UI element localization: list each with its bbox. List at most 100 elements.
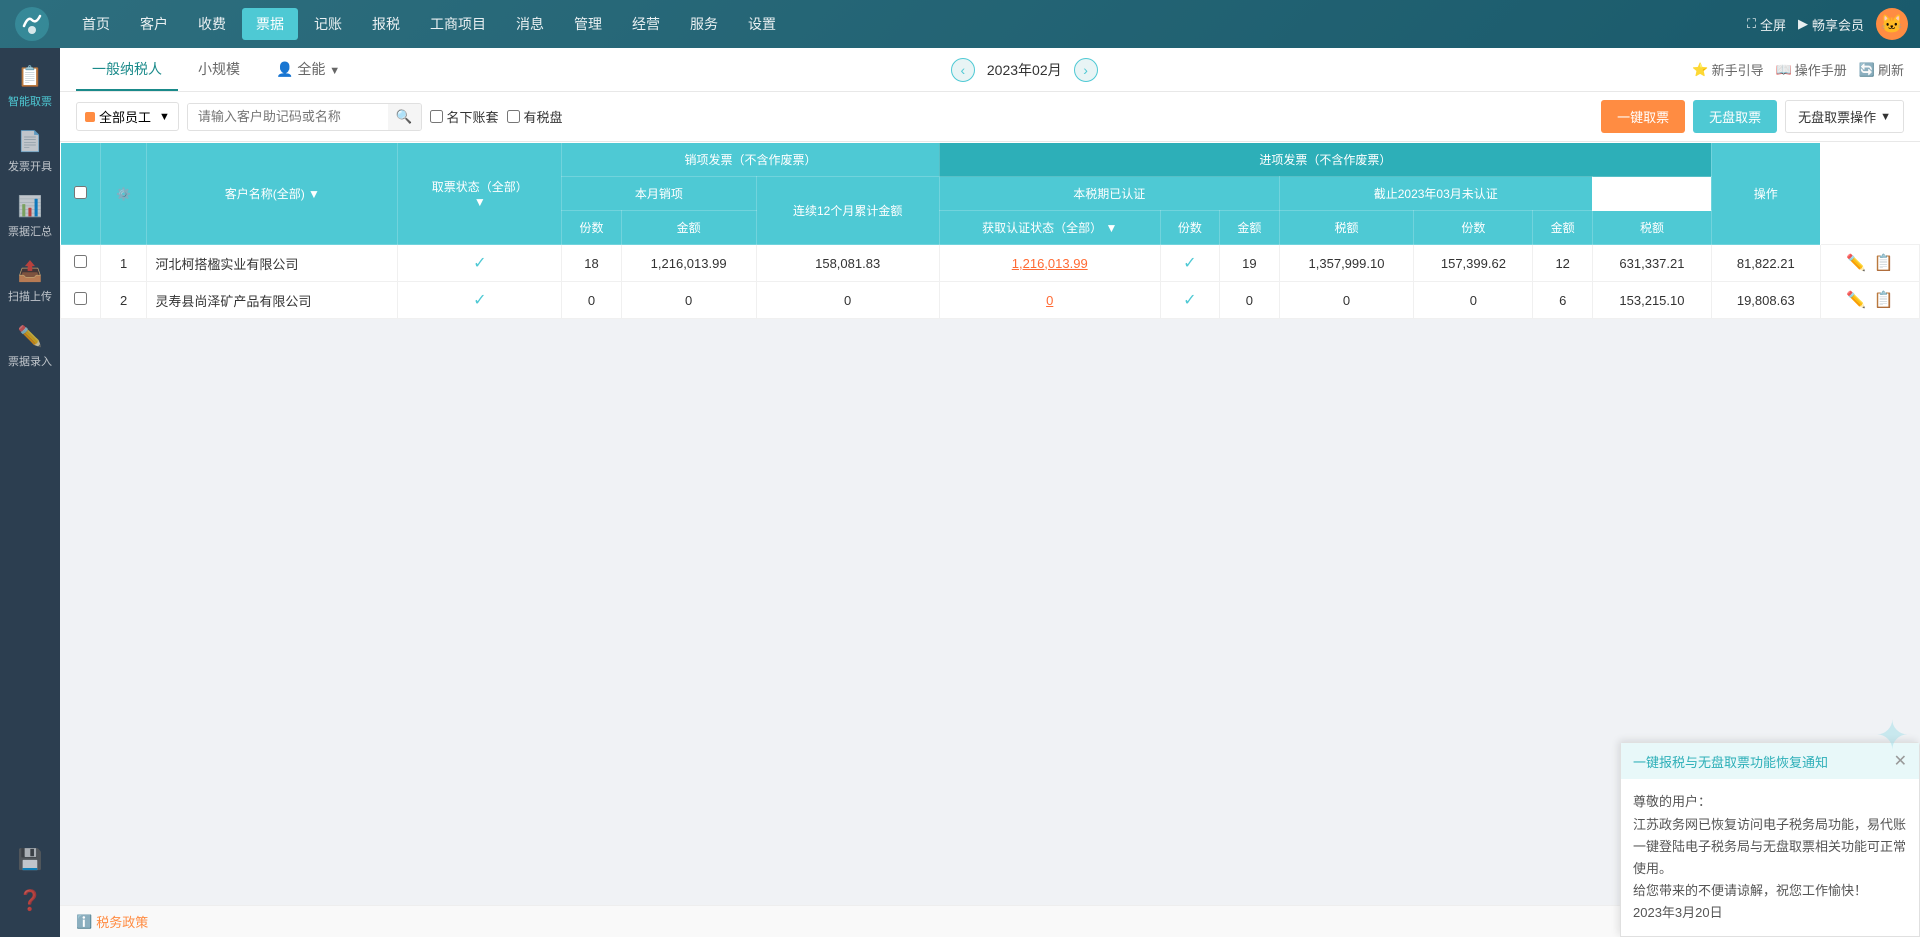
nav-business[interactable]: 工商项目	[416, 8, 500, 40]
notification-header: 一键报税与无盘取票功能恢复通知 ✕	[1621, 743, 1919, 779]
nav-settings[interactable]: 设置	[734, 8, 790, 40]
pickup-filter-icon[interactable]: ▼	[474, 195, 486, 209]
notification-body: 尊敬的用户： 江苏政务网已恢复访问电子税务局功能，易代账一键登陆电子税务局与无盘…	[1621, 779, 1919, 936]
nav-management[interactable]: 管理	[560, 8, 616, 40]
sidebar-bottom: 💾 ❓	[14, 839, 47, 921]
row1-monthly-amount: 1,216,013.99	[621, 245, 756, 282]
smart-pickup-icon: 📋	[18, 64, 43, 89]
row2-purchase-amount: 0	[1279, 282, 1414, 319]
sidebar-item-smart-pickup[interactable]: 📋 智能取票	[0, 56, 60, 117]
tab-small-scale[interactable]: 小规模	[182, 49, 256, 91]
next-month-btn[interactable]: ›	[1074, 58, 1098, 82]
person-icon: 👤	[276, 61, 293, 77]
row1-copy-btn[interactable]: 📋	[1874, 255, 1894, 272]
toolbar-right: 一键取票 无盘取票 无盘取票操作 ▼	[1601, 100, 1904, 133]
nav-message[interactable]: 消息	[502, 8, 558, 40]
manual-icon: 📖	[1776, 62, 1792, 78]
chevron-down-icon: ▼	[329, 65, 340, 77]
cert-filter-icon[interactable]: ▼	[1105, 221, 1117, 235]
row2-pickup-status: ✓	[398, 282, 562, 319]
tab-all[interactable]: 👤 全能 ▼	[260, 49, 356, 91]
nav-right-section: ⛶ 全屏 ▶ 畅享会员 🐱	[1747, 8, 1908, 40]
row2-checkbox[interactable]	[74, 292, 87, 305]
th-monthly-amount: 金额	[621, 211, 756, 245]
row2-cert-status: ✓	[1160, 282, 1219, 319]
nav-invoice[interactable]: 票据	[242, 8, 298, 40]
row1-edit-btn[interactable]: ✏️	[1846, 255, 1866, 272]
row2-purchase-tax: 0	[1414, 282, 1533, 319]
prev-month-btn[interactable]: ‹	[951, 58, 975, 82]
filter-icon[interactable]: ▼	[308, 187, 320, 201]
fullscreen-icon: ⛶	[1747, 16, 1756, 32]
sidebar-item-download[interactable]: 💾	[14, 839, 47, 880]
search-button[interactable]: 🔍	[388, 104, 421, 130]
nav-home[interactable]: 首页	[68, 8, 124, 40]
has-tax-disk-label[interactable]: 有税盘	[507, 107, 563, 126]
select-all-checkbox[interactable]	[74, 186, 87, 199]
employee-select[interactable]: 全部员工 ▼	[76, 102, 179, 131]
fullscreen-btn[interactable]: ⛶ 全屏	[1747, 15, 1786, 34]
month-label: 2023年02月	[987, 60, 1062, 80]
new-guide-btn[interactable]: ⭐ 新手引导	[1692, 60, 1763, 79]
nav-billing[interactable]: 收费	[184, 8, 240, 40]
tax-policy-link[interactable]: ℹ️ 税务政策	[76, 912, 148, 931]
th-cumulative: 连续12个月累计金额	[756, 177, 939, 245]
sidebar-item-invoice-entry[interactable]: ✏️ 票据录入	[0, 316, 60, 377]
sidebar-item-scan-upload[interactable]: 📤 扫描上传	[0, 251, 60, 312]
table-row: 1 河北柯搭楹实业有限公司 ✓ 18 1,216,013.99 158,081.…	[61, 245, 1920, 282]
th-purchase-tax: 税额	[1279, 211, 1414, 245]
check-account-label[interactable]: 名下账套	[430, 107, 499, 126]
no-disk-pickup-btn[interactable]: 无盘取票	[1693, 100, 1777, 133]
table-row: 2 灵寿县尚泽矿产品有限公司 ✓ 0 0 0 0 ✓	[61, 282, 1920, 319]
row2-actions: ✏️ 📋	[1820, 282, 1919, 319]
row2-uncert-tax: 19,808.63	[1711, 282, 1820, 319]
scan-upload-icon: 📤	[18, 259, 43, 284]
th-customer-name: 客户名称(全部) ▼	[147, 143, 398, 245]
guide-icon: ⭐	[1692, 62, 1708, 78]
nav-operation[interactable]: 经营	[618, 8, 674, 40]
tab-right-actions: ⭐ 新手引导 📖 操作手册 🔄 刷新	[1692, 60, 1904, 79]
download-icon: 💾	[18, 847, 43, 872]
no-disk-ops-btn[interactable]: 无盘取票操作 ▼	[1785, 100, 1904, 133]
row2-copy-btn[interactable]: 📋	[1874, 292, 1894, 309]
row1-monthly-tax: 158,081.83	[756, 245, 939, 282]
sidebar-item-invoice-open[interactable]: 📄 发票开具	[0, 121, 60, 182]
th-checkbox	[61, 143, 101, 245]
search-input[interactable]	[188, 104, 388, 129]
row1-uncert-amount: 631,337.21	[1592, 245, 1711, 282]
main-table: ⚙️ 客户名称(全部) ▼ 取票状态（全部） ▼ 销项发票（不含作废票） 进项发…	[60, 142, 1920, 319]
th-uncertified: 截止2023年03月未认证	[1279, 177, 1592, 211]
row2-cumulative[interactable]: 0	[939, 282, 1160, 319]
row1-purchase-count: 19	[1220, 245, 1279, 282]
nav-service[interactable]: 服务	[676, 8, 732, 40]
sidebar-item-help[interactable]: ❓	[14, 880, 47, 921]
nav-menu: 首页 客户 收费 票据 记账 报税 工商项目 消息 管理 经营 服务 设置	[68, 8, 1747, 40]
row1-purchase-amount: 1,357,999.10	[1279, 245, 1414, 282]
month-navigation: ‹ 2023年02月 ›	[360, 58, 1688, 82]
search-wrap: 🔍	[187, 103, 422, 131]
th-ops: 操作	[1711, 143, 1820, 245]
sidebar-item-invoice-summary[interactable]: 📊 票据汇总	[0, 186, 60, 247]
row1-purchase-tax: 157,399.62	[1414, 245, 1533, 282]
row1-cumulative[interactable]: 1,216,013.99	[939, 245, 1160, 282]
member-btn[interactable]: ▶ 畅享会员	[1798, 15, 1864, 34]
refresh-btn[interactable]: 🔄 刷新	[1859, 60, 1904, 79]
row1-checkbox[interactable]	[74, 255, 87, 268]
th-settings: ⚙️	[101, 143, 147, 245]
manual-btn[interactable]: 📖 操作手册	[1776, 60, 1847, 79]
nav-bookkeeping[interactable]: 记账	[300, 8, 356, 40]
notif-decoration: ✦	[1875, 713, 1909, 759]
one-key-pickup-btn[interactable]: 一键取票	[1601, 100, 1685, 133]
row2-monthly-count: 0	[562, 282, 621, 319]
row2-edit-btn[interactable]: ✏️	[1846, 292, 1866, 309]
row1-checkbox-cell	[61, 245, 101, 282]
th-period-certified: 本税期已认证	[939, 177, 1279, 211]
row1-uncert-tax: 81,822.21	[1711, 245, 1820, 282]
avatar[interactable]: 🐱	[1876, 8, 1908, 40]
has-tax-disk-checkbox[interactable]	[507, 110, 520, 123]
th-uncert-amount: 金额	[1533, 211, 1592, 245]
nav-customer[interactable]: 客户	[126, 8, 182, 40]
tab-general-taxpayer[interactable]: 一般纳税人	[76, 49, 178, 91]
check-account-checkbox[interactable]	[430, 110, 443, 123]
nav-tax[interactable]: 报税	[358, 8, 414, 40]
